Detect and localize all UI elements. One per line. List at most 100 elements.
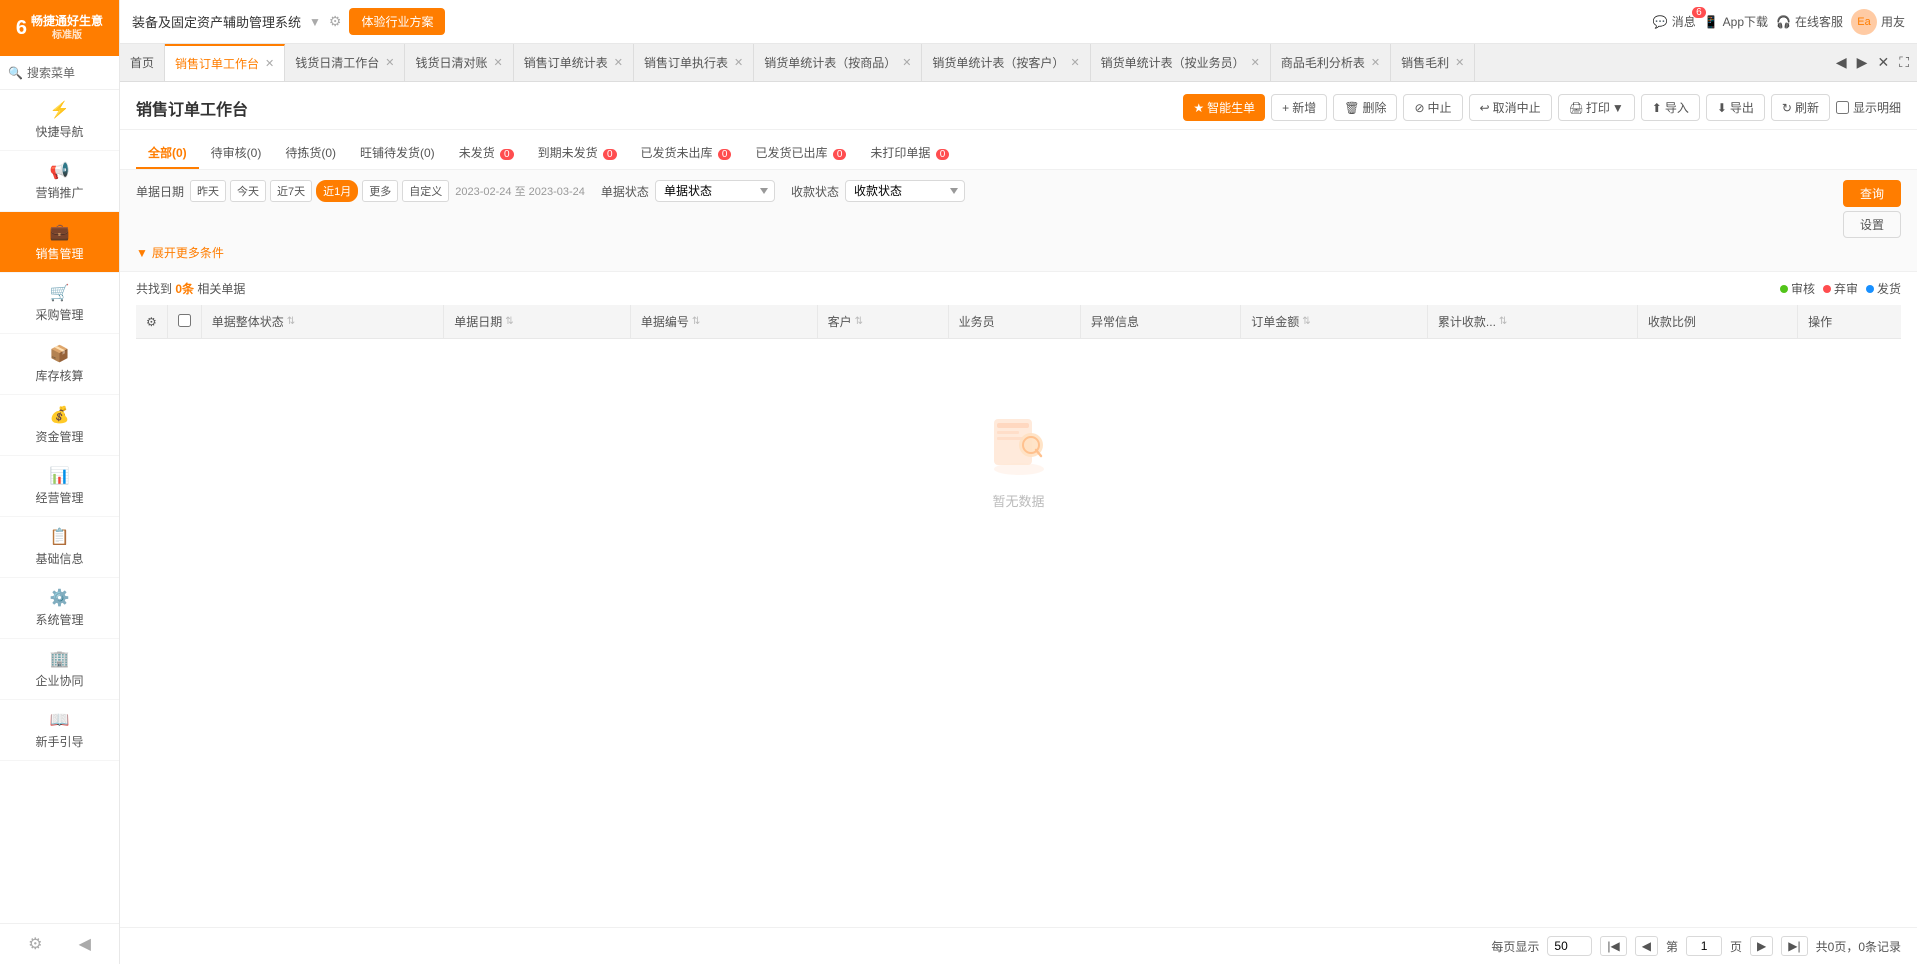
sidebar-item-system[interactable]: ⚙️ 系统管理 — [0, 578, 119, 639]
tab-sales-stats-customer-close[interactable]: ✕ — [1070, 56, 1079, 69]
sub-tab-not-shipped[interactable]: 未发货 0 — [447, 138, 526, 169]
tab-cash-daily-close[interactable]: ✕ — [385, 56, 394, 69]
col-ratio[interactable]: 收款比例 — [1637, 305, 1797, 339]
select-all-checkbox[interactable] — [178, 314, 191, 327]
cancel-review-action-btn[interactable]: 弃审 — [1823, 280, 1858, 297]
date-btn-7days[interactable]: 近7天 — [270, 180, 312, 202]
sidebar-search[interactable]: 🔍 搜索菜单 — [0, 56, 119, 90]
sub-tab-pending-review[interactable]: 待审核(0) — [199, 138, 274, 169]
first-page-btn[interactable]: |◀ — [1600, 936, 1626, 956]
sub-tab-expired-not-shipped[interactable]: 到期未发货 0 — [526, 138, 629, 169]
collapse-icon[interactable]: ◀ — [79, 934, 91, 954]
date-btn-custom[interactable]: 自定义 — [402, 180, 449, 202]
tab-close-all[interactable]: ✕ — [1873, 52, 1893, 73]
tab-home[interactable]: 首页 — [120, 44, 165, 81]
expand-filter-button[interactable]: ▼ 展开更多条件 — [136, 244, 224, 261]
tab-sales-stats-salesperson[interactable]: 销货单统计表（按业务员） ✕ — [1091, 44, 1271, 81]
user-btn[interactable]: Ea 用友 — [1851, 9, 1905, 35]
tab-sales-stats-salesperson-close[interactable]: ✕ — [1251, 56, 1260, 69]
sidebar-item-guide[interactable]: 📖 新手引导 — [0, 700, 119, 761]
col-number[interactable]: 单据编号 ⇅ — [630, 305, 817, 339]
tab-nav-prev[interactable]: ◀ — [1832, 52, 1851, 73]
tab-cash-reconcile[interactable]: 钱货日清对账 ✕ — [405, 44, 513, 81]
print-button[interactable]: 🖨 打印 ▼ — [1558, 94, 1635, 121]
col-status[interactable]: 单据整体状态 ⇅ — [201, 305, 443, 339]
col-settings[interactable]: ⚙ — [136, 305, 167, 339]
col-date[interactable]: 单据日期 ⇅ — [444, 305, 631, 339]
tab-expand[interactable]: ⛶ — [1895, 52, 1913, 73]
tab-sales-order-exec[interactable]: 销售订单执行表 ✕ — [634, 44, 754, 81]
sidebar-item-basic[interactable]: 📋 基础信息 — [0, 517, 119, 578]
solution-button[interactable]: 体验行业方案 — [349, 8, 445, 35]
settings-icon[interactable]: ⚙ — [28, 934, 42, 954]
import-button[interactable]: ⬆ 导入 — [1641, 94, 1700, 121]
sidebar-item-purchase[interactable]: 🛒 采购管理 — [0, 273, 119, 334]
sub-tab-shipped-out[interactable]: 已发货已出库 0 — [743, 138, 858, 169]
tab-cash-reconcile-label: 钱货日清对账 — [415, 54, 487, 71]
tab-sales-more-close[interactable]: ✕ — [1455, 56, 1464, 69]
review-action-btn[interactable]: 审核 — [1780, 280, 1815, 297]
show-detail-checkbox[interactable] — [1836, 101, 1849, 114]
online-service-btn[interactable]: 🎧 在线客服 — [1776, 13, 1843, 30]
next-page-btn[interactable]: ▶ — [1750, 936, 1773, 956]
sub-tab-not-printed[interactable]: 未打印单据 0 — [858, 138, 961, 169]
date-btn-yesterday[interactable]: 昨天 — [190, 180, 226, 202]
sub-tab-wangpu[interactable]: 旺铺待发货(0) — [348, 138, 447, 169]
tab-sales-order-stats-close[interactable]: ✕ — [614, 56, 623, 69]
tab-sales-more[interactable]: 销售毛利 ✕ — [1391, 44, 1475, 81]
payment-filter-select[interactable]: 收款状态 — [845, 180, 965, 202]
col-amount[interactable]: 订单金额 ⇅ — [1241, 305, 1428, 339]
col-collected[interactable]: 累计收款... ⇅ — [1427, 305, 1637, 339]
dropdown-icon[interactable]: ▼ — [309, 15, 321, 29]
tab-nav-next[interactable]: ▶ — [1853, 52, 1872, 73]
sidebar-item-enterprise[interactable]: 🏢 企业协同 — [0, 639, 119, 700]
date-btn-1month[interactable]: 近1月 — [316, 180, 358, 202]
sub-tab-shipped-not-out[interactable]: 已发货未出库 0 — [629, 138, 744, 169]
tab-sales-stats-product[interactable]: 销货单统计表（按商品） ✕ — [754, 44, 922, 81]
sub-tab-all[interactable]: 全部(0) — [136, 138, 199, 169]
smart-generate-button[interactable]: ★ 智能生单 — [1183, 94, 1265, 121]
tab-sales-stats-product-close[interactable]: ✕ — [902, 56, 911, 69]
page-number-input[interactable] — [1686, 936, 1722, 956]
tab-sales-order-workbench[interactable]: 销售订单工作台 ✕ — [165, 44, 285, 81]
tab-product-margin-close[interactable]: ✕ — [1371, 56, 1380, 69]
delete-button[interactable]: 🗑 删除 — [1333, 94, 1397, 121]
last-page-btn[interactable]: ▶| — [1781, 936, 1807, 956]
col-exception[interactable]: 异常信息 — [1080, 305, 1240, 339]
prev-page-btn[interactable]: ◀ — [1635, 936, 1658, 956]
tab-product-margin[interactable]: 商品毛利分析表 ✕ — [1271, 44, 1391, 81]
page-size-select[interactable]: 20 50 100 — [1547, 936, 1592, 956]
sidebar-item-marketing[interactable]: 📢 营销推广 — [0, 151, 119, 212]
ship-action-btn[interactable]: 发货 — [1866, 280, 1901, 297]
tab-sales-order-stats[interactable]: 销售订单统计表 ✕ — [514, 44, 634, 81]
status-filter-select[interactable]: 单据状态 — [655, 180, 775, 202]
sidebar-item-sales[interactable]: 💼 销售管理 — [0, 212, 119, 273]
col-check[interactable] — [167, 305, 201, 339]
query-button[interactable]: 查询 — [1843, 180, 1901, 207]
col-customer[interactable]: 客户 ⇅ — [817, 305, 948, 339]
sidebar-item-quick-nav[interactable]: ⚡ 快捷导航 — [0, 90, 119, 151]
sidebar-item-finance[interactable]: 💰 资金管理 — [0, 395, 119, 456]
stop-button[interactable]: ⊘ 中止 — [1403, 94, 1462, 121]
settings-button[interactable]: 设置 — [1843, 211, 1901, 238]
col-salesperson[interactable]: 业务员 — [948, 305, 1080, 339]
settings-gear-icon[interactable]: ⚙ — [329, 13, 342, 30]
date-btn-more[interactable]: 更多 — [362, 180, 398, 202]
message-btn[interactable]: 💬 6 消息 — [1653, 13, 1696, 30]
tab-sales-stats-customer[interactable]: 销货单统计表（按客户） ✕ — [922, 44, 1090, 81]
tab-sales-order-workbench-close[interactable]: ✕ — [265, 57, 274, 70]
sub-tab-pending-pickup[interactable]: 待拣货(0) — [273, 138, 348, 169]
export-button[interactable]: ⬇ 导出 — [1706, 94, 1765, 121]
app-download-btn[interactable]: 📱 App下载 — [1704, 13, 1768, 30]
sidebar-item-inventory[interactable]: 📦 库存核算 — [0, 334, 119, 395]
sidebar-item-operations[interactable]: 📊 经营管理 — [0, 456, 119, 517]
show-detail-checkbox-label[interactable]: 显示明细 — [1836, 99, 1901, 116]
tab-sales-order-exec-close[interactable]: ✕ — [734, 56, 743, 69]
cancel-stop-button[interactable]: ↩ 取消中止 — [1469, 94, 1552, 121]
date-btn-today[interactable]: 今天 — [230, 180, 266, 202]
new-button[interactable]: + 新增 — [1271, 94, 1327, 121]
print-dropdown-icon[interactable]: ▼ — [1612, 101, 1624, 115]
refresh-button[interactable]: ↻ 刷新 — [1771, 94, 1830, 121]
tab-cash-daily[interactable]: 钱货日清工作台 ✕ — [285, 44, 405, 81]
tab-cash-reconcile-close[interactable]: ✕ — [494, 56, 503, 69]
